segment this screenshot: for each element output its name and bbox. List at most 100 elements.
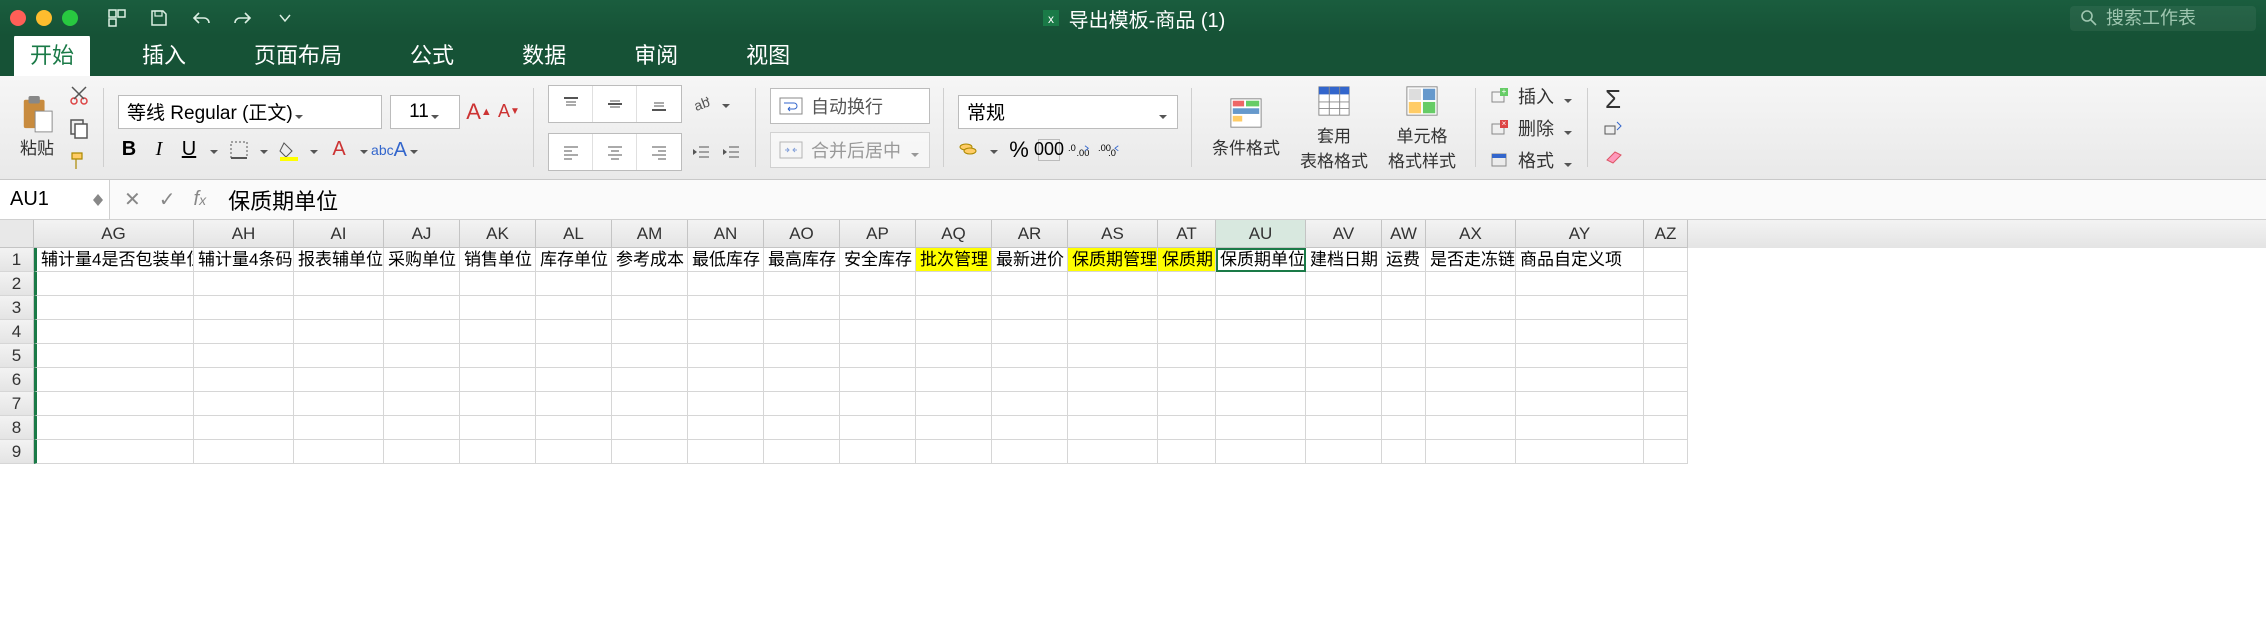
decrease-decimal-button[interactable]: .00.0 <box>1098 139 1120 161</box>
cell[interactable] <box>840 368 916 392</box>
cell[interactable] <box>992 320 1068 344</box>
cell[interactable] <box>1426 440 1516 464</box>
cell[interactable] <box>34 440 194 464</box>
cell[interactable] <box>194 392 294 416</box>
cell[interactable] <box>688 440 764 464</box>
cell[interactable] <box>612 320 688 344</box>
cell[interactable] <box>1426 368 1516 392</box>
cell[interactable] <box>840 392 916 416</box>
cell[interactable] <box>460 392 536 416</box>
cell[interactable] <box>1516 392 1644 416</box>
cell[interactable] <box>384 440 460 464</box>
cell[interactable] <box>916 392 992 416</box>
cell[interactable]: 安全库存 <box>840 248 916 272</box>
cell[interactable] <box>34 368 194 392</box>
column-header-AX[interactable]: AX <box>1426 220 1516 248</box>
cell[interactable] <box>1158 344 1216 368</box>
cell[interactable] <box>916 368 992 392</box>
number-format-select[interactable]: 常规 <box>958 95 1178 129</box>
cell[interactable] <box>34 392 194 416</box>
column-header-AN[interactable]: AN <box>688 220 764 248</box>
cell[interactable] <box>1382 320 1426 344</box>
font-name-select[interactable]: 等线 Regular (正文) <box>118 95 382 129</box>
sheet-search-input[interactable] <box>2106 8 2246 29</box>
cell[interactable] <box>460 440 536 464</box>
cell[interactable] <box>460 320 536 344</box>
column-header-AI[interactable]: AI <box>294 220 384 248</box>
cell[interactable] <box>612 344 688 368</box>
cell[interactable]: 库存单位 <box>536 248 612 272</box>
cell[interactable] <box>1158 320 1216 344</box>
cell[interactable]: 保质期管理 <box>1068 248 1158 272</box>
cut-icon[interactable] <box>68 85 90 107</box>
cancel-icon[interactable]: ✕ <box>124 187 141 212</box>
cell[interactable]: 建档日期 <box>1306 248 1382 272</box>
cell[interactable] <box>1158 296 1216 320</box>
cell[interactable] <box>294 344 384 368</box>
cell[interactable] <box>688 368 764 392</box>
cell[interactable]: 参考成本 <box>612 248 688 272</box>
cell[interactable] <box>992 272 1068 296</box>
borders-button[interactable] <box>228 139 250 161</box>
column-header-AR[interactable]: AR <box>992 220 1068 248</box>
cell[interactable] <box>1306 320 1382 344</box>
cell[interactable] <box>1068 272 1158 296</box>
format-cells-button[interactable]: 格式 <box>1490 147 1574 173</box>
cell[interactable] <box>840 440 916 464</box>
format-painter-icon[interactable] <box>68 149 90 171</box>
column-header-AT[interactable]: AT <box>1158 220 1216 248</box>
column-header-AU[interactable]: AU <box>1216 220 1306 248</box>
cell[interactable] <box>1216 344 1306 368</box>
cell[interactable] <box>840 296 916 320</box>
fill-color-button[interactable] <box>278 139 300 161</box>
cell[interactable] <box>764 272 840 296</box>
cell[interactable] <box>1426 272 1516 296</box>
cell[interactable] <box>1306 416 1382 440</box>
percent-button[interactable]: % <box>1008 139 1030 161</box>
font-color-button[interactable]: A <box>328 139 350 161</box>
wrap-text-button[interactable]: 自动换行 <box>770 88 930 124</box>
cell[interactable] <box>916 344 992 368</box>
minimize-window[interactable] <box>36 10 52 26</box>
cell[interactable] <box>916 296 992 320</box>
cell[interactable] <box>384 296 460 320</box>
increase-decimal-button[interactable]: .0.00 <box>1068 139 1090 161</box>
fx-icon[interactable]: fx <box>194 188 207 211</box>
fill-button[interactable] <box>1602 117 1624 139</box>
cell[interactable] <box>992 392 1068 416</box>
cell[interactable] <box>1306 440 1382 464</box>
cell[interactable] <box>384 392 460 416</box>
cell[interactable] <box>1216 320 1306 344</box>
cell[interactable] <box>294 320 384 344</box>
align-bottom-button[interactable] <box>637 86 681 122</box>
orientation-button[interactable]: ab <box>690 93 712 115</box>
tab-review[interactable]: 审阅 <box>618 34 694 76</box>
cell[interactable] <box>1382 416 1426 440</box>
column-header-AK[interactable]: AK <box>460 220 536 248</box>
cell[interactable] <box>1216 272 1306 296</box>
cell[interactable] <box>34 416 194 440</box>
cell[interactable] <box>460 272 536 296</box>
font-size-select[interactable]: 11 <box>390 95 460 129</box>
cell[interactable] <box>460 368 536 392</box>
cell[interactable] <box>1516 368 1644 392</box>
cell[interactable] <box>1382 392 1426 416</box>
qat-customize-icon[interactable] <box>274 7 296 29</box>
column-header-AP[interactable]: AP <box>840 220 916 248</box>
cell[interactable] <box>1158 416 1216 440</box>
cell[interactable] <box>1158 272 1216 296</box>
cell[interactable]: 采购单位 <box>384 248 460 272</box>
cell[interactable] <box>916 320 992 344</box>
cell[interactable] <box>1068 368 1158 392</box>
cell[interactable] <box>34 320 194 344</box>
cell[interactable] <box>992 344 1068 368</box>
cell[interactable] <box>1068 392 1158 416</box>
tab-home[interactable]: 开始 <box>14 34 90 76</box>
cell[interactable] <box>1068 344 1158 368</box>
undo-icon[interactable] <box>190 7 212 29</box>
cell[interactable] <box>34 272 194 296</box>
row-header[interactable]: 3 <box>0 296 34 320</box>
row-header[interactable]: 9 <box>0 440 34 464</box>
increase-font-icon[interactable]: A▲ <box>468 101 490 123</box>
cell[interactable] <box>384 320 460 344</box>
